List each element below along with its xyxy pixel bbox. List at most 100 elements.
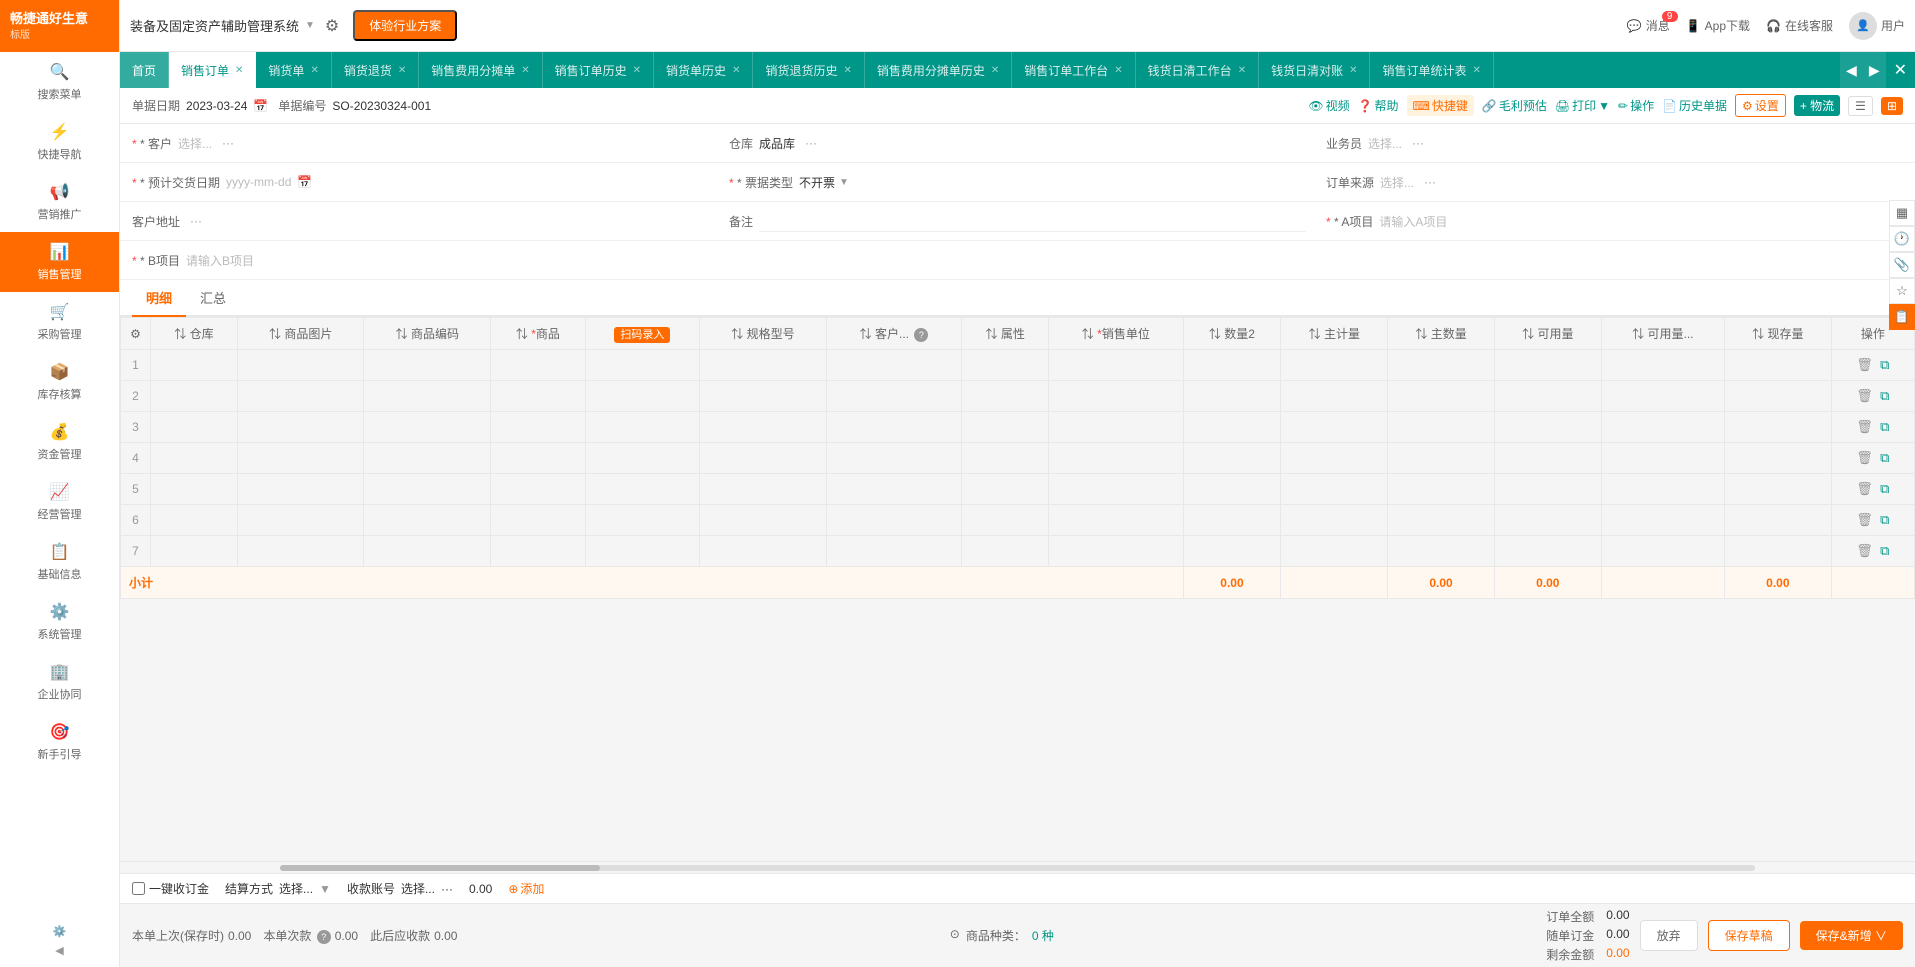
cell-4-11[interactable]	[1388, 443, 1495, 474]
col-available-more[interactable]: ⇅ 可用量...	[1601, 318, 1724, 350]
cell-7-10[interactable]	[1281, 536, 1388, 567]
delete-icon-6[interactable]: 🗑	[1856, 512, 1873, 527]
cell-1-5[interactable]	[700, 350, 827, 381]
tab-next-btn[interactable]: ▶	[1863, 52, 1886, 88]
tab-销货单[interactable]: 销货单✕	[256, 52, 331, 88]
delete-icon-5[interactable]: 🗑	[1856, 481, 1873, 496]
payment-method-input[interactable]: 选择...	[279, 880, 313, 897]
cell-5-11[interactable]	[1388, 474, 1495, 505]
cell-3-10[interactable]	[1281, 412, 1388, 443]
remark-input[interactable]	[759, 211, 1306, 232]
cell-7-7[interactable]	[962, 536, 1049, 567]
cell-1-13[interactable]	[1601, 350, 1724, 381]
sidebar-item-enterprise[interactable]: 🏢企业协同	[0, 652, 119, 712]
a-project-input[interactable]: 请输入A项目	[1379, 213, 1447, 230]
salesperson-input[interactable]: 选择...	[1368, 135, 1402, 152]
tab-summary[interactable]: 汇总	[186, 280, 240, 317]
tab-close-7[interactable]: ✕	[843, 65, 851, 76]
cell-2-1[interactable]	[237, 381, 364, 412]
tab-销货单历史[interactable]: 销货单历史✕	[654, 52, 753, 88]
shortcut-btn[interactable]: ⌨ 快捷键	[1407, 95, 1474, 116]
col-warehouse[interactable]: ⇅ 仓库	[151, 318, 238, 350]
operation-btn[interactable]: ✏ 操作	[1618, 97, 1654, 114]
cell-3-14[interactable]	[1724, 412, 1831, 443]
cell-3-1[interactable]	[237, 412, 364, 443]
cell-3-9[interactable]	[1183, 412, 1281, 443]
address-expand-icon[interactable]: ···	[190, 214, 202, 228]
cell-7-5[interactable]	[700, 536, 827, 567]
cell-4-5[interactable]	[700, 443, 827, 474]
customer-expand-icon[interactable]: ···	[222, 136, 234, 150]
col-settings[interactable]: ⚙	[121, 318, 151, 350]
cell-5-6[interactable]	[826, 474, 962, 505]
cell-1-1[interactable]	[237, 350, 364, 381]
cell-4-8[interactable]	[1049, 443, 1183, 474]
tab-detail[interactable]: 明细	[132, 280, 186, 317]
cell-5-14[interactable]	[1724, 474, 1831, 505]
scrollbar-track[interactable]	[280, 865, 1755, 871]
sidebar-item-finance[interactable]: 💰资金管理	[0, 412, 119, 472]
cell-5-8[interactable]	[1049, 474, 1183, 505]
message-badge-item[interactable]: 💬 9 消息	[1627, 17, 1670, 34]
cell-6-13[interactable]	[1601, 505, 1724, 536]
sidebar-item-inventory[interactable]: 📦库存核算	[0, 352, 119, 412]
one-click-checkbox[interactable]	[132, 882, 145, 895]
cell-1-12[interactable]	[1494, 350, 1601, 381]
app-download-item[interactable]: 📱 App下载	[1686, 17, 1750, 34]
cell-7-13[interactable]	[1601, 536, 1724, 567]
cell-6-0[interactable]	[151, 505, 238, 536]
delete-icon-1[interactable]: 🗑	[1856, 357, 1873, 372]
cell-1-11[interactable]	[1388, 350, 1495, 381]
one-click-checkbox-label[interactable]: 一键收订金	[132, 880, 209, 897]
print-btn[interactable]: 🖨 打印 ▼	[1555, 97, 1610, 114]
cell-7-9[interactable]	[1183, 536, 1281, 567]
cell-2-7[interactable]	[962, 381, 1049, 412]
save-new-button[interactable]: 保存&新增 ∨	[1800, 921, 1903, 950]
cell-3-13[interactable]	[1601, 412, 1724, 443]
warehouse-value[interactable]: 成品库	[759, 135, 795, 152]
cell-3-0[interactable]	[151, 412, 238, 443]
copy-icon-2[interactable]: ⧉	[1880, 388, 1889, 403]
cell-6-7[interactable]	[962, 505, 1049, 536]
cell-4-7[interactable]	[962, 443, 1049, 474]
cell-2-10[interactable]	[1281, 381, 1388, 412]
cell-1-14[interactable]	[1724, 350, 1831, 381]
cell-7-6[interactable]	[826, 536, 962, 567]
cell-3-4[interactable]	[585, 412, 699, 443]
cell-4-0[interactable]	[151, 443, 238, 474]
floating-clock-icon[interactable]: 🕐	[1889, 226, 1915, 252]
cell-5-7[interactable]	[962, 474, 1049, 505]
col-spec[interactable]: ⇅ 规格型号	[700, 318, 827, 350]
tab-add-btn[interactable]: ✕	[1886, 52, 1915, 88]
copy-icon-3[interactable]: ⧉	[1880, 419, 1889, 434]
tab-close-1[interactable]: ✕	[235, 65, 243, 76]
cell-2-4[interactable]	[585, 381, 699, 412]
sidebar-settings[interactable]: ⚙️	[53, 925, 67, 938]
cell-5-10[interactable]	[1281, 474, 1388, 505]
cell-4-6[interactable]	[826, 443, 962, 474]
col-sales-unit[interactable]: ⇅ *销售单位	[1049, 318, 1183, 350]
cell-4-9[interactable]	[1183, 443, 1281, 474]
cell-4-12[interactable]	[1494, 443, 1601, 474]
cell-5-4[interactable]	[585, 474, 699, 505]
sidebar-item-operations[interactable]: 📈经营管理	[0, 472, 119, 532]
col-scan[interactable]: 扫码录入	[585, 318, 699, 350]
save-draft-button[interactable]: 保存草稿	[1708, 920, 1790, 951]
cell-6-3[interactable]	[491, 505, 586, 536]
sidebar-item-guide[interactable]: 🎯新手引导	[0, 712, 119, 772]
cell-6-5[interactable]	[700, 505, 827, 536]
cell-3-2[interactable]	[364, 412, 491, 443]
cell-2-5[interactable]	[700, 381, 827, 412]
col-main-unit[interactable]: ⇅ 主计量	[1281, 318, 1388, 350]
col-customer-code[interactable]: ⇅ 客户... ?	[826, 318, 962, 350]
copy-icon-4[interactable]: ⧉	[1880, 450, 1889, 465]
cell-7-0[interactable]	[151, 536, 238, 567]
tab-首页[interactable]: 首页	[120, 52, 169, 88]
cell-4-1[interactable]	[237, 443, 364, 474]
tab-销售订单[interactable]: 销售订单✕	[169, 52, 256, 88]
col-main-qty[interactable]: ⇅ 主数量	[1388, 318, 1495, 350]
cell-2-13[interactable]	[1601, 381, 1724, 412]
cell-6-2[interactable]	[364, 505, 491, 536]
cell-7-2[interactable]	[364, 536, 491, 567]
user-item[interactable]: 👤 用户	[1849, 12, 1905, 40]
